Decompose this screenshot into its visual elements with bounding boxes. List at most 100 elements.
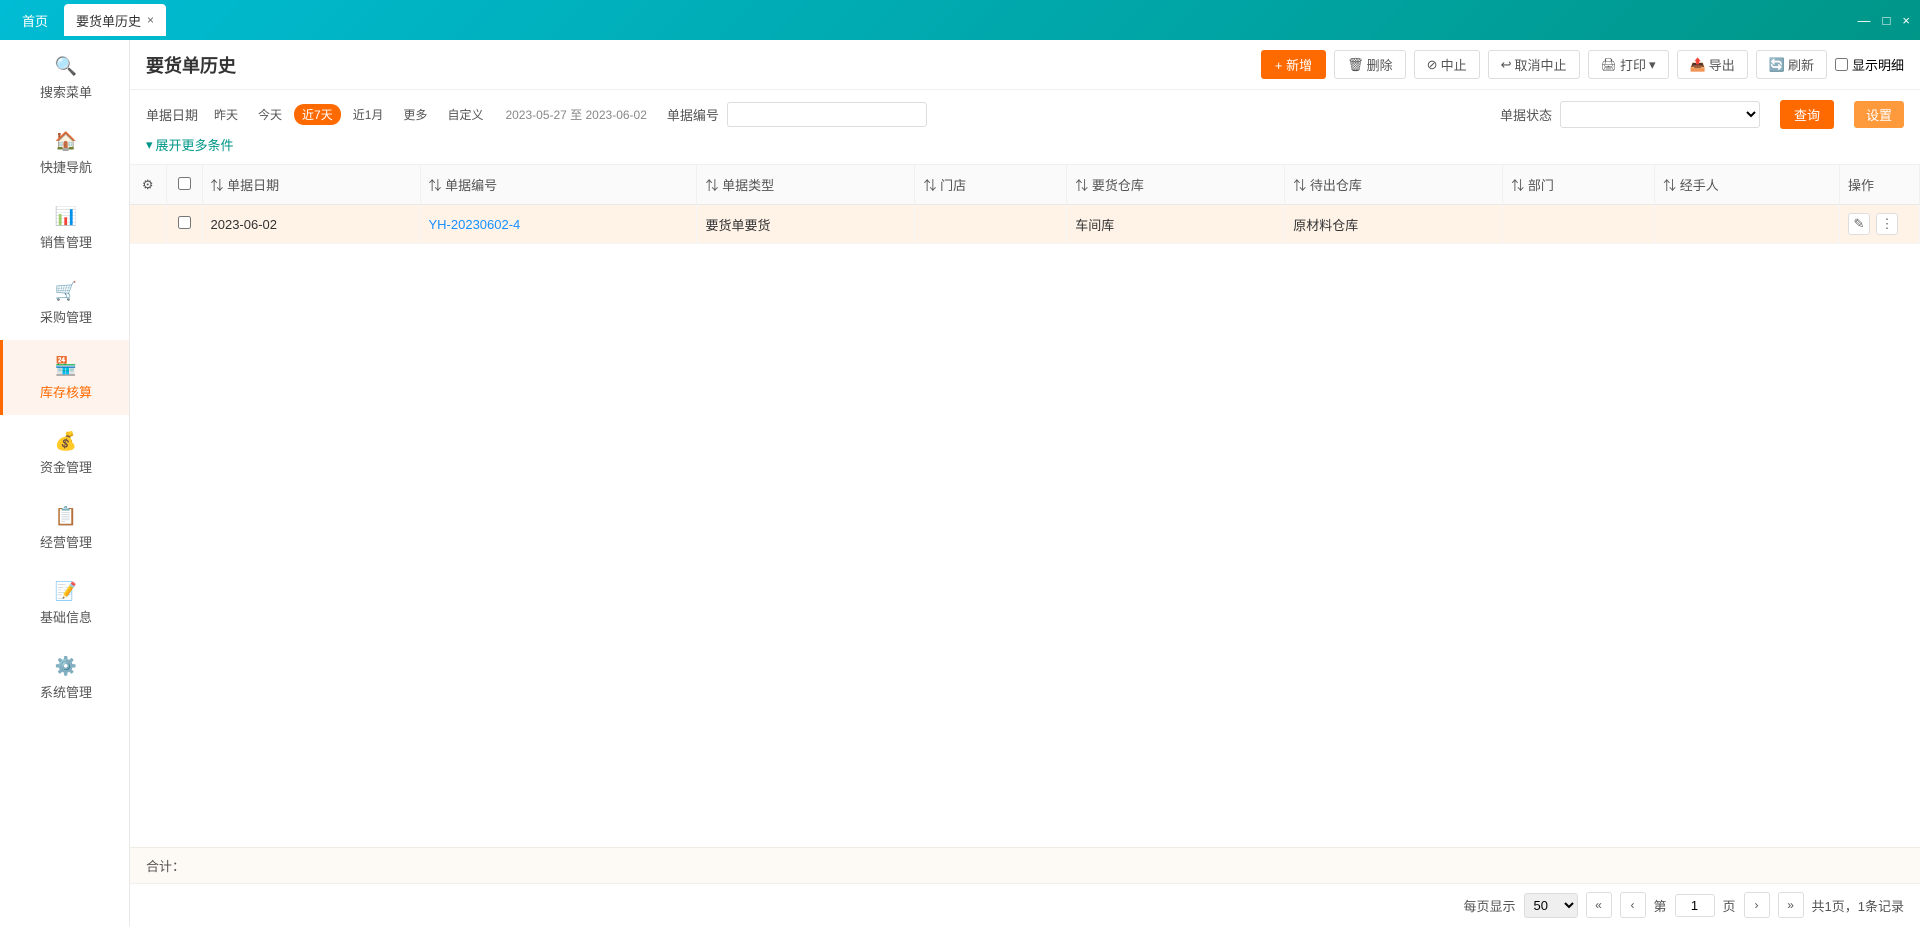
tab-home-label: 首页: [22, 11, 48, 30]
sidebar-item-system-label: 系统管理: [40, 682, 92, 701]
status-label: 单据状态: [1500, 105, 1552, 124]
last-page-btn[interactable]: »: [1778, 892, 1804, 918]
sidebar-item-system[interactable]: ⚙️ 系统管理: [0, 640, 129, 715]
print-icon: 🖨: [1601, 57, 1618, 73]
print-button[interactable]: 🖨 打印 ▾: [1588, 50, 1669, 79]
window-minimize[interactable]: —: [1858, 13, 1871, 28]
tab-requisition-history[interactable]: 要货单历史 ×: [64, 4, 166, 36]
date-range-display: 2023-05-27 至 2023-06-02: [505, 106, 646, 123]
row-date: 2023-06-02: [202, 205, 420, 244]
sidebar-item-sales-label: 销售管理: [40, 232, 92, 251]
sidebar-item-operations[interactable]: 📋 经营管理: [0, 490, 129, 565]
sidebar-item-finance[interactable]: 💰 资金管理: [0, 415, 129, 490]
first-page-btn[interactable]: «: [1586, 892, 1612, 918]
window-maximize[interactable]: □: [1883, 13, 1891, 28]
row-doc-number[interactable]: YH-20230602-4: [420, 205, 697, 244]
page-title: 要货单历史: [146, 52, 1261, 78]
col-doc-type-sort-icon: ⇅: [705, 178, 718, 193]
page-input[interactable]: [1675, 894, 1715, 917]
expand-icon: ▾: [146, 137, 153, 153]
select-all-checkbox[interactable]: [178, 177, 191, 190]
date-option-yesterday[interactable]: 昨天: [206, 104, 246, 125]
display-cols-checkbox[interactable]: [1835, 58, 1848, 71]
next-page-btn[interactable]: ›: [1744, 892, 1770, 918]
print-label: 打印: [1620, 55, 1646, 74]
sidebar-item-inventory-label: 库存核算: [40, 382, 92, 401]
col-date[interactable]: ⇅ 单据日期: [202, 165, 420, 205]
pagination: 每页显示 50 100 200 « ‹ 第 页 › » 共1页，1条记录: [130, 883, 1920, 926]
action-icons: ✎ ⋮: [1848, 213, 1911, 235]
stop-button[interactable]: ⊘ 中止: [1414, 50, 1480, 79]
query-button[interactable]: 查询: [1780, 100, 1834, 129]
window-close[interactable]: ×: [1902, 13, 1910, 28]
date-option-custom[interactable]: 自定义: [439, 104, 491, 125]
add-button[interactable]: + 新增: [1261, 50, 1326, 79]
row-checkbox-cell[interactable]: [166, 205, 202, 244]
date-option-more[interactable]: 更多: [395, 104, 435, 125]
col-settings[interactable]: ⚙: [130, 165, 166, 205]
col-doc-number[interactable]: ⇅ 单据编号: [420, 165, 697, 205]
cancel-stop-label: 取消中止: [1515, 55, 1567, 74]
sidebar-item-purchase[interactable]: 🛒 采购管理: [0, 265, 129, 340]
tab-active-label: 要货单历史: [76, 11, 141, 30]
expand-conditions-btn[interactable]: ▾ 展开更多条件: [146, 135, 1904, 154]
delete-button[interactable]: 🗑 删除: [1334, 50, 1406, 79]
col-handler[interactable]: ⇅ 经手人: [1655, 165, 1840, 205]
col-date-sort-icon: ⇅: [211, 178, 224, 193]
page-size-select[interactable]: 50 100 200: [1524, 893, 1578, 918]
system-icon: ⚙️: [54, 654, 78, 678]
operations-icon: 📋: [54, 504, 78, 528]
export-label: 导出: [1709, 55, 1735, 74]
refresh-label: 刷新: [1788, 55, 1814, 74]
date-option-1month[interactable]: 近1月: [345, 104, 392, 125]
sidebar-item-inventory[interactable]: 🏪 库存核算: [0, 340, 129, 415]
tab-home[interactable]: 首页: [10, 4, 60, 36]
col-req-warehouse-sort-icon: ⇅: [1075, 178, 1088, 193]
sidebar-item-sales[interactable]: 📊 销售管理: [0, 190, 129, 265]
row-handler: [1655, 205, 1840, 244]
cancel-stop-button[interactable]: ↩ 取消中止: [1488, 50, 1580, 79]
col-pending-warehouse[interactable]: ⇅ 待出仓库: [1285, 165, 1503, 205]
main-layout: 🔍 搜索菜单 🏠 快捷导航 📊 销售管理 🛒 采购管理 🏪 库存核算 💰 资金管…: [0, 40, 1920, 926]
col-doc-type[interactable]: ⇅ 单据类型: [697, 165, 915, 205]
more-icon[interactable]: ⋮: [1876, 213, 1898, 235]
print-dropdown-icon: ▾: [1649, 57, 1656, 73]
col-req-warehouse[interactable]: ⇅ 要货仓库: [1067, 165, 1285, 205]
row-doc-type: 要货单要货: [697, 205, 915, 244]
col-checkbox[interactable]: [166, 165, 202, 205]
col-department[interactable]: ⇅ 部门: [1503, 165, 1655, 205]
prev-page-btn[interactable]: ‹: [1620, 892, 1646, 918]
refresh-icon: 🔄: [1769, 57, 1785, 73]
doc-number-link[interactable]: YH-20230602-4: [429, 217, 521, 232]
export-button[interactable]: 📤 导出: [1677, 50, 1748, 79]
refresh-button[interactable]: 🔄 刷新: [1756, 50, 1827, 79]
page-label-pre: 第: [1654, 896, 1667, 915]
basic-info-icon: 📝: [54, 579, 78, 603]
col-store[interactable]: ⇅ 门店: [915, 165, 1067, 205]
col-department-sort-icon: ⇅: [1511, 178, 1524, 193]
row-checkbox[interactable]: [178, 216, 191, 229]
finance-icon: 💰: [54, 429, 78, 453]
table-row[interactable]: 2023-06-02 YH-20230602-4 要货单要货 车间库 原材料仓库…: [130, 205, 1920, 244]
date-option-today[interactable]: 今天: [250, 104, 290, 125]
date-option-7days[interactable]: 近7天: [294, 104, 341, 125]
doc-number-input[interactable]: [727, 102, 927, 127]
sidebar-item-quick-nav[interactable]: 🏠 快捷导航: [0, 115, 129, 190]
sidebar: 🔍 搜索菜单 🏠 快捷导航 📊 销售管理 🛒 采购管理 🏪 库存核算 💰 资金管…: [0, 40, 130, 926]
page-label: 页: [1723, 896, 1736, 915]
inventory-icon: 🏪: [54, 354, 78, 378]
col-doc-number-sort-icon: ⇅: [429, 178, 442, 193]
tab-close-icon[interactable]: ×: [147, 13, 154, 27]
sidebar-item-search-menu[interactable]: 🔍 搜索菜单: [0, 40, 129, 115]
status-select[interactable]: [1560, 101, 1760, 128]
display-cols-label: 显示明细: [1852, 55, 1904, 74]
content-area: 要货单历史 + 新增 🗑 删除 ⊘ 中止 ↩ 取消中止 🖨 打印: [130, 40, 1920, 926]
display-cols-toggle[interactable]: 显示明细: [1835, 55, 1904, 74]
edit-icon[interactable]: ✎: [1848, 213, 1870, 235]
col-handler-sort-icon: ⇅: [1663, 178, 1676, 193]
stop-icon: ⊘: [1427, 57, 1438, 73]
sidebar-item-basic-info[interactable]: 📝 基础信息: [0, 565, 129, 640]
search-menu-icon: 🔍: [54, 54, 78, 78]
sidebar-item-finance-label: 资金管理: [40, 457, 92, 476]
settings-button[interactable]: 设置: [1854, 101, 1904, 128]
